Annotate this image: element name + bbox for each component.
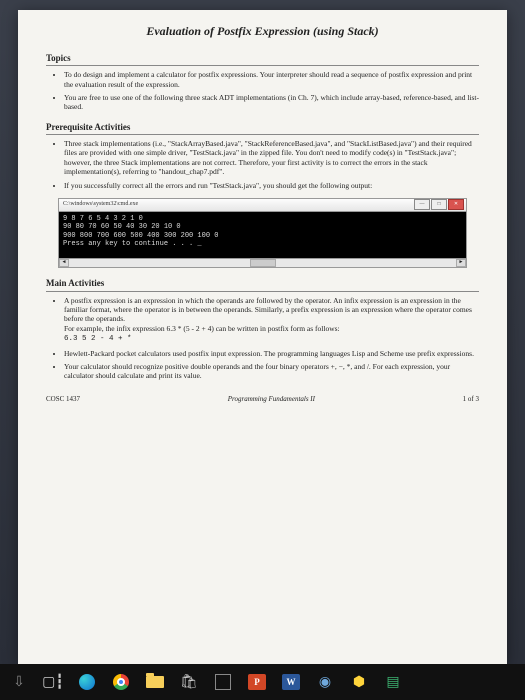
course-code: COSC 1437 [46,395,80,404]
window-buttons: — □ ✕ [414,199,464,210]
scroll-right-icon: ► [456,259,466,267]
topics-heading: Topics [46,53,479,66]
list-item: If you successfully correct all the erro… [64,181,479,190]
edge-icon[interactable] [74,669,100,695]
python-icon[interactable]: ⬢ [346,669,372,695]
document-page: Evaluation of Postfix Expression (using … [18,10,507,664]
list-item: A postfix expression is an expression in… [64,296,479,345]
console-window: C:\windows\system32\cmd.exe — □ ✕ 9 8 7 … [58,198,467,269]
word-icon[interactable]: W [278,669,304,695]
page-footer: COSC 1437 Programming Fundamentals II 1 … [46,395,479,404]
list-item: Three stack implementations (i.e., "Stac… [64,139,479,177]
list-item: You are free to use one of the following… [64,93,479,112]
prereq-heading: Prerequisite Activities [46,122,479,135]
minimize-icon: — [414,199,430,210]
list-item: Your calculator should recognize positiv… [64,362,479,381]
footer-title: Programming Fundamentals II [228,395,315,404]
main-heading: Main Activities [46,278,479,291]
steam-icon[interactable]: ◉ [312,669,338,695]
powerpoint-icon[interactable]: P [244,669,270,695]
file-explorer-icon[interactable] [142,669,168,695]
app-icon-2[interactable]: ▤ [380,669,406,695]
task-view-icon[interactable]: ▢┇ [40,669,66,695]
console-title: C:\windows\system32\cmd.exe [63,201,138,209]
topics-list: To do design and implement a calculator … [46,70,479,112]
main-list: A postfix expression is an expression in… [46,296,479,381]
prereq-list: Three stack implementations (i.e., "Stac… [46,139,479,190]
maximize-icon: □ [431,199,447,210]
store-icon[interactable]: 🛍 [176,669,202,695]
app-icon[interactable] [210,669,236,695]
page-number: 1 of 3 [463,395,479,404]
console-output: 9 8 7 6 5 4 3 2 1 0 90 80 70 60 50 40 30… [58,211,467,260]
chrome-icon[interactable] [108,669,134,695]
close-icon: ✕ [448,199,464,210]
console-titlebar: C:\windows\system32\cmd.exe — □ ✕ [58,198,467,211]
console-scrollbar: ◄ ► [58,259,467,268]
photo-background: Evaluation of Postfix Expression (using … [0,0,525,664]
windows-taskbar[interactable]: ⇩ ▢┇ 🛍 P W ◉ ⬢ ▤ [0,664,525,700]
scroll-thumb [250,259,276,267]
doc-title: Evaluation of Postfix Expression (using … [46,24,479,39]
list-item: To do design and implement a calculator … [64,70,479,89]
list-item: Hewlett-Packard pocket calculators used … [64,349,479,358]
back-icon[interactable]: ⇩ [6,669,32,695]
scroll-left-icon: ◄ [59,259,69,267]
